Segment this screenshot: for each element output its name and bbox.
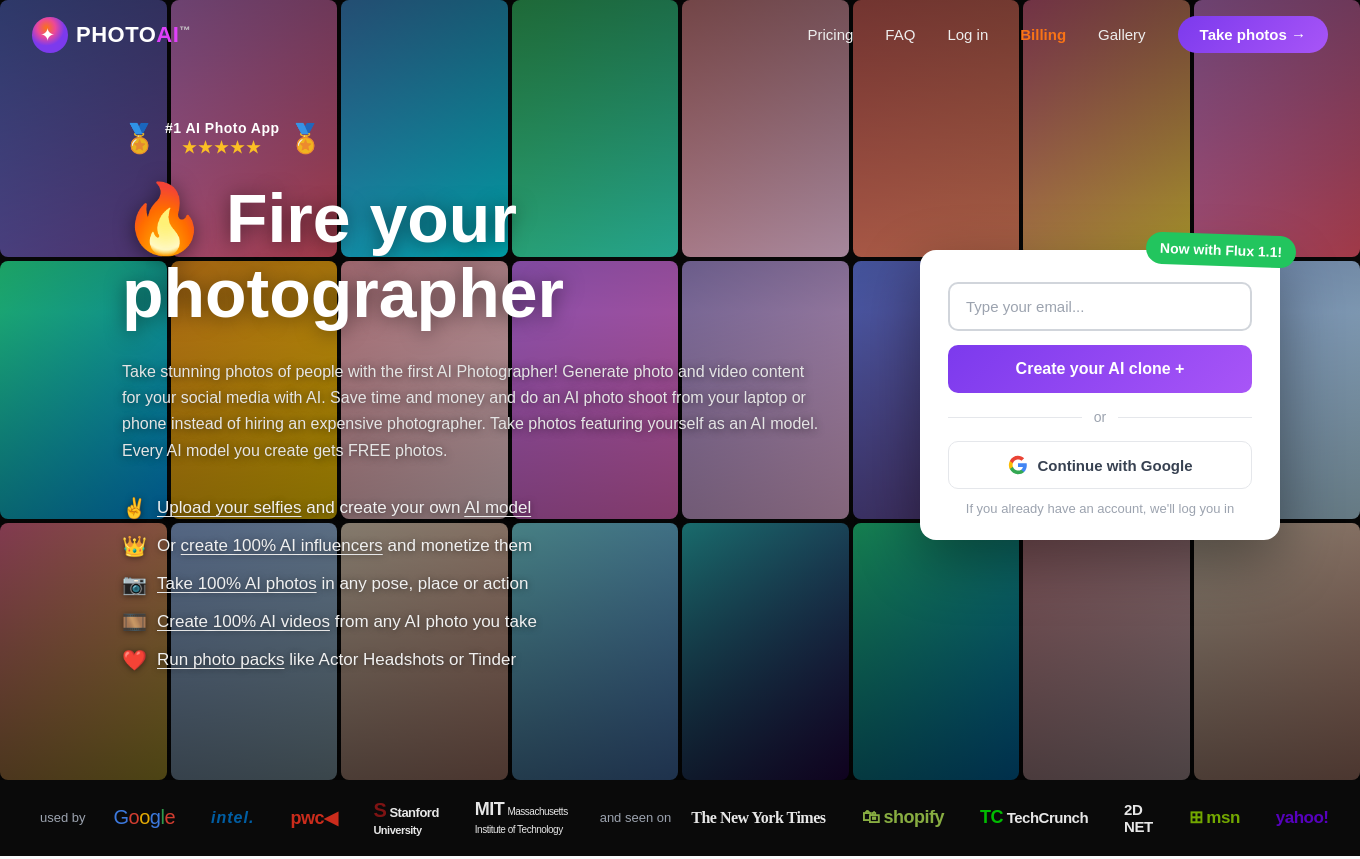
used-by-label: used by [40, 810, 86, 825]
or-divider: or [948, 409, 1252, 425]
create-clone-button[interactable]: Create your AI clone + [948, 345, 1252, 393]
stanford-brand: S StanfordUniversity [373, 798, 438, 838]
ai-videos-link[interactable]: Create 100% AI videos [157, 612, 330, 631]
feature-item-videos: 🎞️ Create 100% AI videos from any AI pho… [122, 610, 860, 634]
google-brand: Google [114, 806, 176, 829]
msn-brand: ⊞ msn [1189, 807, 1240, 828]
brands-bar: used by Google intel. pwc◀ S StanfordUni… [0, 780, 1360, 856]
badge-stars: ★★★★★ [165, 138, 280, 157]
ai-model-link[interactable]: AI model [464, 498, 531, 517]
signup-card: Now with Flux 1.1! Create your AI clone … [920, 250, 1280, 540]
pwc-brand: pwc◀ [290, 807, 337, 829]
mit-brand: MIT MassachusettsInstitute of Technology [475, 799, 568, 836]
videos-emoji: 🎞️ [122, 610, 147, 634]
email-input[interactable] [948, 282, 1252, 331]
hero-content: 🏅 #1 AI Photo App ★★★★★ 🏅 🔥 Fire your ph… [0, 0, 860, 672]
nav-faq[interactable]: FAQ [885, 26, 915, 43]
photo-packs-link[interactable]: Run photo packs [157, 650, 285, 669]
laurel-left: 🏅 [122, 122, 157, 155]
testimonials-section: Photo AI is making money by by @levelsio… [0, 856, 1360, 859]
feature-item-photos: 📷 Take 100% AI photos in any pose, place… [122, 572, 860, 596]
ai-influencers-link[interactable]: create 100% AI influencers [181, 536, 383, 555]
intel-brand: intel. [211, 809, 254, 827]
feature-item-packs: ❤️ Run photo packs like Actor Headshots … [122, 648, 860, 672]
nav-pricing[interactable]: Pricing [808, 26, 854, 43]
ai-photos-link[interactable]: Take 100% AI photos [157, 574, 317, 593]
site-header: ✦ PHOTOAI™ Pricing FAQ Log in Billing Ga… [0, 0, 1360, 69]
login-note: If you already have an account, we'll lo… [948, 501, 1252, 516]
techcrunch-brand: TC TechCrunch [980, 807, 1088, 828]
google-icon [1008, 455, 1028, 475]
selfies-emoji: ✌️ [122, 496, 147, 520]
main-nav: Pricing FAQ Log in Billing Gallery Take … [808, 16, 1329, 53]
feature-item-influencers: 👑 Or create 100% AI influencers and mone… [122, 534, 860, 558]
logo-text: PHOTOAI™ [76, 22, 191, 48]
hero-headline: 🔥 Fire your photographer [122, 181, 860, 331]
nav-billing[interactable]: Billing [1020, 26, 1066, 43]
take-photos-button[interactable]: Take photos → [1178, 16, 1328, 53]
logo[interactable]: ✦ PHOTOAI™ [32, 17, 191, 53]
nav-login[interactable]: Log in [947, 26, 988, 43]
fire-emoji: 🔥 [122, 180, 207, 256]
logo-icon: ✦ [32, 17, 68, 53]
feature-list: ✌️ Upload your selfies and create your o… [122, 496, 860, 672]
feature-item-selfies: ✌️ Upload your selfies and create your o… [122, 496, 860, 520]
yahoo-brand: yahoo! [1276, 808, 1329, 828]
influencers-emoji: 👑 [122, 534, 147, 558]
nav-gallery[interactable]: Gallery [1098, 26, 1146, 43]
award-badge: 🏅 #1 AI Photo App ★★★★★ 🏅 [122, 120, 860, 157]
google-signin-button[interactable]: Continue with Google [948, 441, 1252, 489]
packs-emoji: ❤️ [122, 648, 147, 672]
seen-on-label: and seen on [600, 810, 672, 825]
seen-brand-logos: The New York Times 🛍 shopify TC TechCrun… [691, 801, 1328, 835]
laurel-right: 🏅 [288, 122, 323, 155]
hero-description: Take stunning photos of people with the … [122, 359, 822, 465]
shopify-brand: 🛍 shopify [862, 807, 945, 828]
badge-title: #1 AI Photo App [165, 120, 280, 136]
svg-text:✦: ✦ [40, 25, 55, 45]
photos-emoji: 📷 [122, 572, 147, 596]
used-brand-logos: Google intel. pwc◀ S StanfordUniversity … [114, 798, 568, 838]
flux-badge: Now with Flux 1.1! [1145, 231, 1296, 268]
google-btn-label: Continue with Google [1038, 457, 1193, 474]
nyt-brand: The New York Times [691, 809, 825, 827]
upload-selfies-link[interactable]: Upload your selfies [157, 498, 302, 517]
zdnet-brand: 2DNET [1124, 801, 1153, 835]
